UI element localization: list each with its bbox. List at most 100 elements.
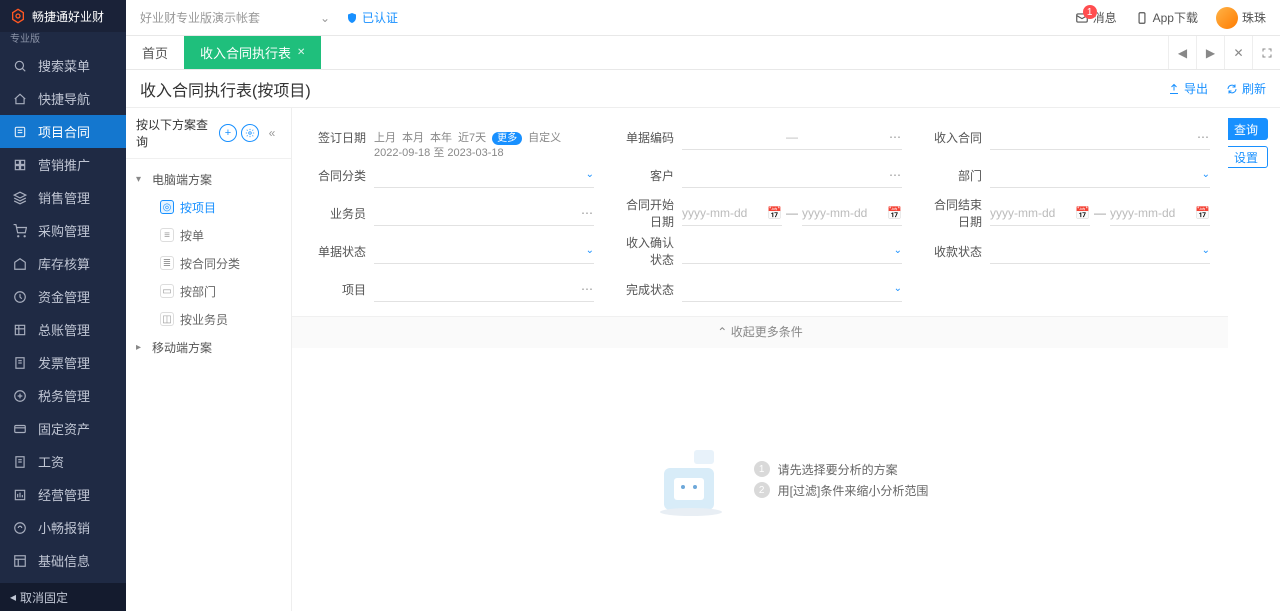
sidebar-item-3[interactable]: 营销推广: [0, 148, 126, 181]
customer-input[interactable]: ⋯: [682, 162, 902, 188]
end-date-from[interactable]: yyyy-mm-dd📅: [990, 200, 1090, 226]
date-preset-3[interactable]: 近7天: [458, 132, 486, 144]
sidebar-item-8[interactable]: 总账管理: [0, 313, 126, 346]
scheme-group-1[interactable]: ▸移动端方案: [126, 333, 291, 361]
tab-income-contract[interactable]: 收入合同执行表 ✕: [184, 36, 321, 69]
date-preset-0[interactable]: 上月: [374, 132, 396, 144]
filter-sign-date: 签订日期 上月本月本年近7天更多自定义 2022-09-18 至 2023-03…: [310, 118, 594, 156]
sidebar-label: 总账管理: [38, 320, 90, 339]
tab-home[interactable]: 首页: [126, 36, 184, 69]
start-date-to[interactable]: yyyy-mm-dd📅: [802, 200, 902, 226]
tab-home-label: 首页: [142, 43, 168, 62]
receipt-status-select[interactable]: ⌄: [990, 238, 1210, 264]
contract-class-select[interactable]: ⌄: [374, 162, 594, 188]
account-selector[interactable]: 好业财专业版演示帐套 ⌄: [140, 9, 330, 26]
chevron-down-icon: ⌄: [1202, 245, 1210, 256]
sidebar-item-1[interactable]: 快捷导航: [0, 82, 126, 115]
date-preset-5[interactable]: 自定义: [528, 132, 561, 144]
scheme-leaf-0-2[interactable]: ≣按合同分类: [126, 249, 291, 277]
chevron-down-icon: ⌄: [1202, 169, 1210, 180]
sidebar-item-0[interactable]: 搜索菜单: [0, 49, 126, 82]
scheme-leaf-0-3[interactable]: ▭按部门: [126, 277, 291, 305]
leaf-label: 按合同分类: [180, 255, 240, 272]
tree-toggle-icon: ▾: [136, 174, 148, 185]
income-confirm-select[interactable]: ⌄: [682, 238, 902, 264]
doc-status-select[interactable]: ⌄: [374, 238, 594, 264]
project-input[interactable]: ⋯: [374, 276, 594, 302]
sidebar-unpin[interactable]: ◂ 取消固定: [0, 583, 126, 611]
sidebar-label: 发票管理: [38, 353, 90, 372]
doc-no-input[interactable]: — ⋯: [682, 124, 902, 150]
income-contract-input[interactable]: ⋯: [990, 124, 1210, 150]
message-button[interactable]: 1 消息: [1075, 9, 1117, 26]
scheme-collapse-button[interactable]: «: [263, 124, 281, 142]
date-preset-2[interactable]: 本年: [430, 132, 452, 144]
contract-class-label: 合同分类: [310, 167, 374, 184]
sidebar-item-13[interactable]: 经营管理: [0, 478, 126, 511]
dept-select[interactable]: ⌄: [990, 162, 1210, 188]
date-preset-1[interactable]: 本月: [402, 132, 424, 144]
brand-header: 畅捷通好业财: [0, 0, 126, 32]
ellipsis-icon: ⋯: [581, 206, 594, 220]
doc-no-label: 单据编码: [618, 129, 682, 146]
tabs-fullscreen-button[interactable]: [1252, 36, 1280, 69]
sidebar-item-15[interactable]: 基础信息: [0, 544, 126, 577]
salesman-input[interactable]: ⋯: [374, 200, 594, 226]
leaf-label: 按项目: [180, 199, 216, 216]
tabs-close-button[interactable]: ✕: [1224, 36, 1252, 69]
start-date-from[interactable]: yyyy-mm-dd📅: [682, 200, 782, 226]
sidebar-label: 资金管理: [38, 287, 90, 306]
filter-form: 签订日期 上月本月本年近7天更多自定义 2022-09-18 至 2023-03…: [292, 108, 1228, 348]
sidebar-item-10[interactable]: 税务管理: [0, 379, 126, 412]
menu-icon: [12, 58, 28, 74]
scheme-leaf-0-1[interactable]: ≡按单: [126, 221, 291, 249]
action-column: 查询 设置: [1228, 108, 1280, 168]
complete-status-select[interactable]: ⌄: [682, 276, 902, 302]
start-date-label: 合同开始日期: [618, 196, 682, 230]
account-name: 好业财专业版演示帐套: [140, 9, 260, 26]
scheme-title: 按以下方案查询: [136, 116, 215, 150]
user-menu[interactable]: 珠珠: [1216, 7, 1266, 29]
sidebar-item-4[interactable]: 销售管理: [0, 181, 126, 214]
tabs-next-button[interactable]: ▶: [1196, 36, 1224, 69]
scheme-leaf-0-4[interactable]: ◫按业务员: [126, 305, 291, 333]
menu-icon: [12, 388, 28, 404]
brand-edition: 专业版: [0, 30, 126, 49]
query-button[interactable]: 查询: [1224, 118, 1268, 140]
menu-icon: [12, 190, 28, 206]
end-date-to[interactable]: yyyy-mm-dd📅: [1110, 200, 1210, 226]
refresh-label: 刷新: [1242, 80, 1266, 97]
scheme-add-button[interactable]: +: [219, 124, 237, 142]
chevron-down-icon: ⌄: [586, 245, 594, 256]
sidebar-item-9[interactable]: 发票管理: [0, 346, 126, 379]
refresh-button[interactable]: 刷新: [1226, 80, 1266, 97]
tabs-prev-button[interactable]: ◀: [1168, 36, 1196, 69]
refresh-icon: [1226, 83, 1238, 95]
export-button[interactable]: 导出: [1168, 80, 1208, 97]
filter-salesman: 业务员 ⋯: [310, 194, 594, 232]
sidebar-item-2[interactable]: 项目合同: [0, 115, 126, 148]
export-label: 导出: [1184, 80, 1208, 97]
complete-status-label: 完成状态: [618, 281, 682, 298]
sidebar-menu: 搜索菜单快捷导航项目合同营销推广销售管理采购管理库存核算资金管理总账管理发票管理…: [0, 49, 126, 583]
close-icon[interactable]: ✕: [297, 47, 305, 58]
settings-button[interactable]: 设置: [1224, 146, 1268, 168]
scheme-settings-button[interactable]: [241, 124, 259, 142]
tab-income-contract-label: 收入合同执行表: [200, 43, 291, 62]
sidebar-item-14[interactable]: 小畅报销: [0, 511, 126, 544]
sidebar-item-11[interactable]: 固定资产: [0, 412, 126, 445]
scheme-leaf-0-0[interactable]: ◎按项目: [126, 193, 291, 221]
sidebar-item-12[interactable]: 工资: [0, 445, 126, 478]
sidebar-item-7[interactable]: 资金管理: [0, 280, 126, 313]
customer-label: 客户: [618, 167, 682, 184]
download-button[interactable]: App下载: [1135, 9, 1198, 26]
sidebar-item-6[interactable]: 库存核算: [0, 247, 126, 280]
sign-date-control[interactable]: 上月本月本年近7天更多自定义 2022-09-18 至 2023-03-18: [374, 124, 594, 150]
filter-area: 签订日期 上月本月本年近7天更多自定义 2022-09-18 至 2023-03…: [292, 108, 1280, 611]
collapse-filters-button[interactable]: ⌃ 收起更多条件: [292, 316, 1228, 348]
dept-label: 部门: [926, 167, 990, 184]
sidebar-item-5[interactable]: 采购管理: [0, 214, 126, 247]
sidebar-label: 固定资产: [38, 419, 90, 438]
scheme-group-0[interactable]: ▾电脑端方案: [126, 165, 291, 193]
menu-icon: [12, 289, 28, 305]
